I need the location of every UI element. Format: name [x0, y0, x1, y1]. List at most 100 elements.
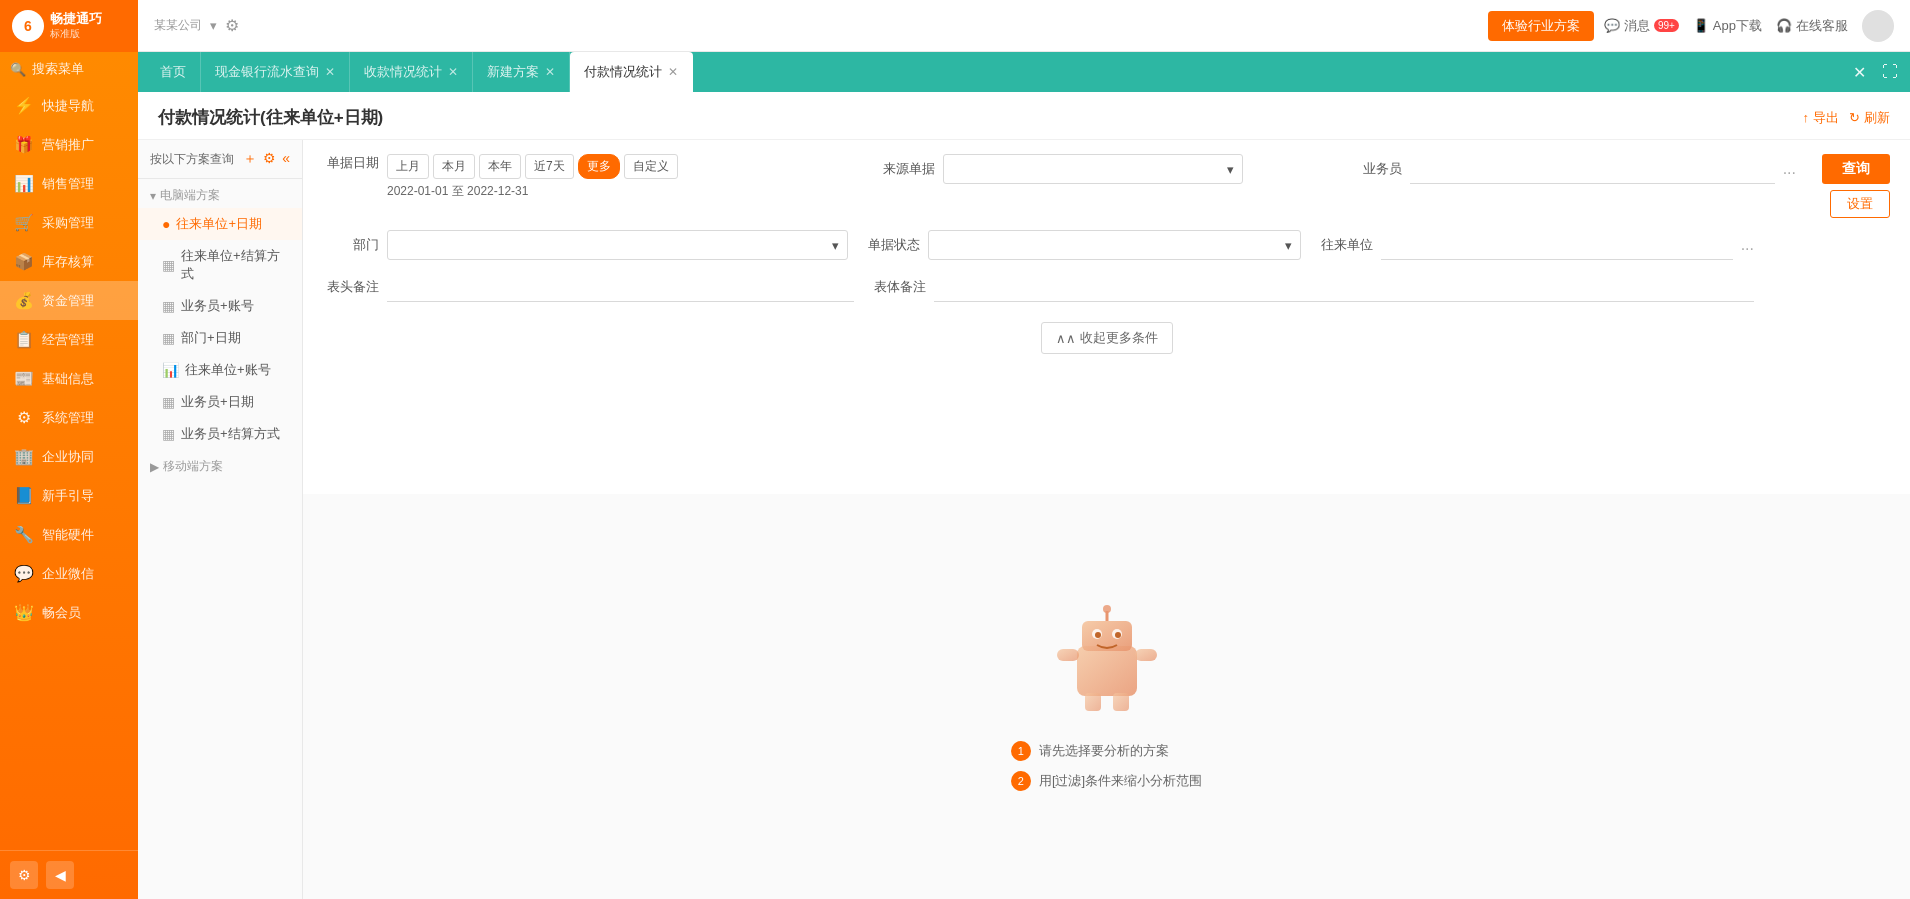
filter-area: 按以下方案查询 ＋ ⚙ « ▾ 电脑端方案 ● 往来单位+日期 ▦	[138, 140, 1910, 899]
sidebar-bottom: ⚙ ◀	[0, 850, 138, 899]
counterpart-input[interactable]	[1381, 230, 1733, 260]
scheme-desktop-collapse-icon[interactable]: ▾	[150, 189, 156, 203]
trial-btn[interactable]: 体验行业方案	[1488, 11, 1594, 41]
sidebar-item-quick-nav[interactable]: ⚡ 快捷导航	[0, 86, 138, 125]
step-num-2: 2	[1011, 771, 1031, 791]
logo-icon: 6	[12, 10, 44, 42]
salesperson-input[interactable]	[1410, 154, 1775, 184]
voucher-status-select[interactable]: ▾	[928, 230, 1301, 260]
tab-close-all-icon[interactable]: ✕	[1849, 59, 1870, 86]
counterpart-dots[interactable]: ...	[1741, 236, 1754, 254]
purchase-icon: 🛒	[14, 213, 34, 232]
main-area: 某某公司 ▾ ⚙ 体验行业方案 💬 消息 99+ 📱 App下载 🎧 在线客服	[138, 0, 1910, 899]
scheme-add-icon[interactable]: ＋	[243, 150, 257, 168]
tab-bar-actions: ✕ ⛶	[1849, 59, 1902, 86]
logo-sub: 标准版	[50, 27, 102, 41]
svg-rect-7	[1135, 649, 1157, 661]
sidebar-collapse-button[interactable]: ◀	[46, 861, 74, 889]
scheme-item-unit-date[interactable]: ● 往来单位+日期	[138, 208, 302, 240]
scheme-table-icon-1: ▦	[162, 257, 175, 273]
tab-payment-stats-close[interactable]: ✕	[668, 65, 678, 79]
sidebar-item-finance[interactable]: 💰 资金管理	[0, 281, 138, 320]
breadcrumb-dropdown-icon[interactable]: ▾	[210, 18, 217, 33]
sidebar-item-inventory[interactable]: 📦 库存核算	[0, 242, 138, 281]
scheme-collapse-icon[interactable]: «	[282, 150, 290, 168]
collapse-conditions-btn[interactable]: ∧∧ 收起更多条件	[1041, 322, 1173, 354]
dept-select[interactable]: ▾	[387, 230, 848, 260]
scheme-item-unit-account[interactable]: 📊 往来单位+账号	[138, 354, 302, 386]
sidebar-item-basic-info[interactable]: 📰 基础信息	[0, 359, 138, 398]
sidebar-item-member[interactable]: 👑 畅会员	[0, 593, 138, 632]
content-wrapper: 付款情况统计(往来单位+日期) ↑ 导出 ↻ 刷新 按以下方案查询 ＋	[138, 92, 1910, 899]
page-header-actions: ↑ 导出 ↻ 刷新	[1803, 109, 1891, 127]
sidebar-item-system[interactable]: ⚙ 系统管理	[0, 398, 138, 437]
date-btn-last-7days[interactable]: 近7天	[525, 154, 574, 179]
quick-nav-icon: ⚡	[14, 96, 34, 115]
date-btn-last-month[interactable]: 上月	[387, 154, 429, 179]
svg-point-5	[1115, 632, 1121, 638]
tab-new-scheme[interactable]: 新建方案 ✕	[473, 52, 570, 92]
query-button[interactable]: 查询	[1822, 154, 1890, 184]
export-btn[interactable]: ↑ 导出	[1803, 109, 1840, 127]
svg-rect-9	[1113, 693, 1129, 711]
sidebar-nav: ⚡ 快捷导航 🎁 营销推广 📊 销售管理 🛒 采购管理 📦 库存核算 💰 资金管…	[0, 86, 138, 850]
basic-info-icon: 📰	[14, 369, 34, 388]
tab-income-stats[interactable]: 收款情况统计 ✕	[350, 52, 473, 92]
svg-rect-8	[1085, 693, 1101, 711]
table-header-note-input[interactable]	[387, 272, 854, 302]
dept-dropdown-icon: ▾	[832, 238, 839, 253]
sidebar-settings-button[interactable]: ⚙	[10, 861, 38, 889]
tab-new-scheme-close[interactable]: ✕	[545, 65, 555, 79]
header-left: 某某公司 ▾ ⚙	[154, 16, 1478, 35]
salesperson-dots[interactable]: ...	[1783, 160, 1796, 178]
filter-right: 单据日期 上月 本月 本年 近7天 更多 自定义 20	[303, 140, 1910, 494]
header-actions: 💬 消息 99+ 📱 App下载 🎧 在线客服	[1604, 10, 1894, 42]
messages-btn[interactable]: 💬 消息 99+	[1604, 17, 1679, 35]
search-menu[interactable]: 🔍 搜索菜单	[0, 52, 138, 86]
scheme-mobile-expand-icon: ▶	[150, 460, 159, 474]
sidebar-item-hardware[interactable]: 🔧 智能硬件	[0, 515, 138, 554]
date-btn-more[interactable]: 更多	[578, 154, 620, 179]
sidebar-item-purchase[interactable]: 🛒 采购管理	[0, 203, 138, 242]
sidebar-item-wechat[interactable]: 💬 企业微信	[0, 554, 138, 593]
scheme-table-icon-2: ▦	[162, 298, 175, 314]
sidebar-item-sales[interactable]: 📊 销售管理	[0, 164, 138, 203]
sidebar-item-operations[interactable]: 📋 经营管理	[0, 320, 138, 359]
scheme-item-staff-date[interactable]: ▦ 业务员+日期	[138, 386, 302, 418]
filter-action-buttons: 查询 设置	[1822, 154, 1890, 218]
sidebar-item-enterprise[interactable]: 🏢 企业协同	[0, 437, 138, 476]
export-icon: ↑	[1803, 110, 1810, 125]
scheme-panel-actions: ＋ ⚙ «	[243, 150, 290, 168]
settings-button[interactable]: 设置	[1830, 190, 1890, 218]
scheme-panel: 按以下方案查询 ＋ ⚙ « ▾ 电脑端方案 ● 往来单位+日期 ▦	[138, 140, 303, 899]
source-select[interactable]: ▾	[943, 154, 1243, 184]
app-download-btn[interactable]: 📱 App下载	[1693, 17, 1762, 35]
tab-maximize-icon[interactable]: ⛶	[1878, 59, 1902, 86]
sidebar: 6 畅捷通巧 标准版 🔍 搜索菜单 ⚡ 快捷导航 🎁 营销推广 📊 销售管理 🛒…	[0, 0, 138, 899]
messages-icon: 💬	[1604, 18, 1620, 33]
tab-income-stats-close[interactable]: ✕	[448, 65, 458, 79]
scheme-settings-icon[interactable]: ⚙	[263, 150, 276, 168]
date-btn-this-month[interactable]: 本月	[433, 154, 475, 179]
tab-bank-flow[interactable]: 现金银行流水查询 ✕	[201, 52, 350, 92]
scheme-mobile-group[interactable]: ▶ 移动端方案	[138, 450, 302, 479]
table-body-note-input[interactable]	[934, 272, 1754, 302]
tab-payment-stats[interactable]: 付款情况统计 ✕	[570, 52, 693, 92]
scheme-item-staff-account[interactable]: ▦ 业务员+账号	[138, 290, 302, 322]
voucher-status-label: 单据状态	[864, 236, 920, 254]
tab-home[interactable]: 首页	[146, 52, 201, 92]
scheme-item-unit-settle[interactable]: ▦ 往来单位+结算方式	[138, 240, 302, 290]
date-btn-custom[interactable]: 自定义	[624, 154, 678, 179]
sales-icon: 📊	[14, 174, 34, 193]
settings-gear-icon[interactable]: ⚙	[225, 16, 239, 35]
tab-bank-flow-close[interactable]: ✕	[325, 65, 335, 79]
scheme-item-staff-settle[interactable]: ▦ 业务员+结算方式	[138, 418, 302, 450]
dept-label: 部门	[323, 236, 379, 254]
scheme-item-dept-date[interactable]: ▦ 部门+日期	[138, 322, 302, 354]
customer-service-btn[interactable]: 🎧 在线客服	[1776, 17, 1848, 35]
sidebar-item-marketing[interactable]: 🎁 营销推广	[0, 125, 138, 164]
refresh-btn[interactable]: ↻ 刷新	[1849, 109, 1890, 127]
user-avatar[interactable]	[1862, 10, 1894, 42]
sidebar-item-guide[interactable]: 📘 新手引导	[0, 476, 138, 515]
date-btn-this-year[interactable]: 本年	[479, 154, 521, 179]
